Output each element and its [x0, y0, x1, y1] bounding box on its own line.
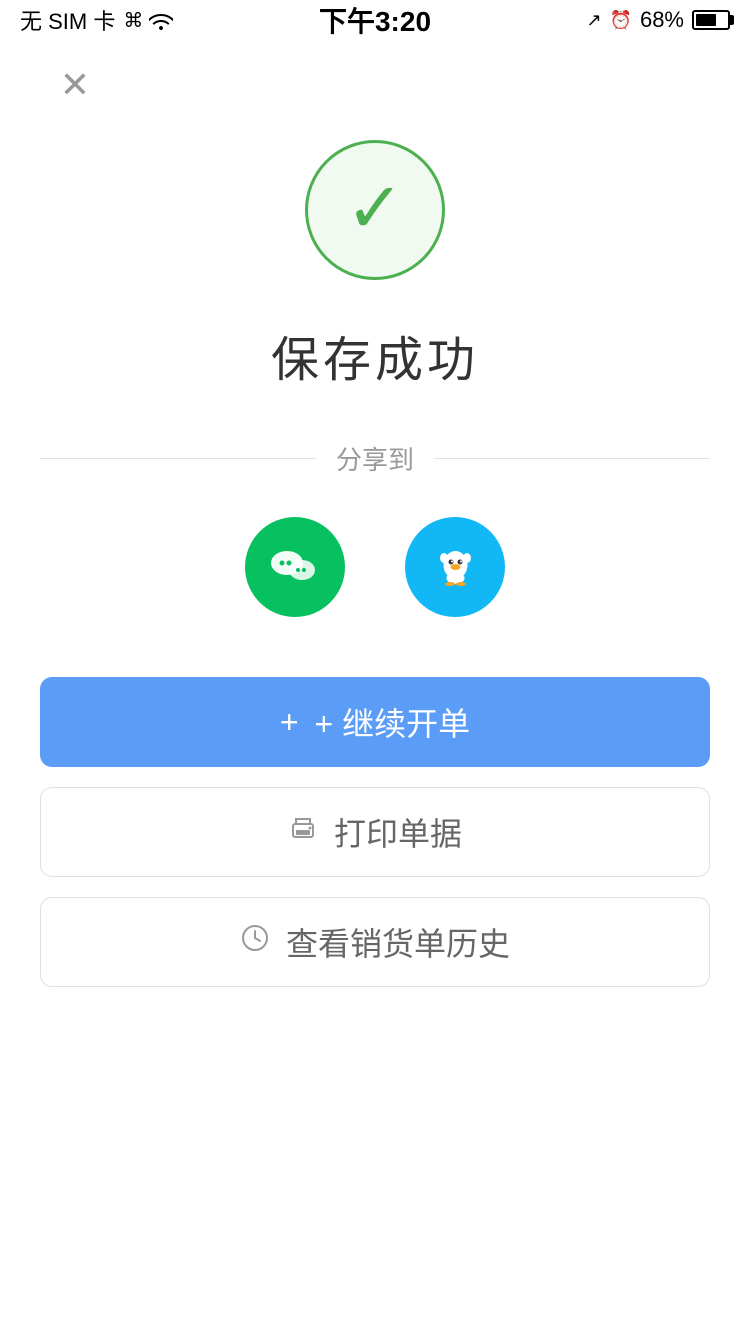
- action-buttons-container: + + 继续开单 打印单据 查看销货单历: [40, 677, 710, 987]
- history-button[interactable]: 查看销货单历史: [40, 897, 710, 987]
- wechat-icon: [265, 537, 325, 597]
- close-button[interactable]: ✕: [50, 60, 100, 110]
- status-time: 下午3:20: [319, 0, 431, 40]
- battery-text: 68%: [640, 7, 684, 33]
- print-button[interactable]: 打印单据: [40, 787, 710, 877]
- plus-icon: +: [280, 704, 299, 741]
- no-sim-text: 无 SIM 卡: [20, 4, 115, 36]
- status-left: 无 SIM 卡 ⌘: [20, 4, 173, 36]
- share-label: 分享到: [336, 440, 414, 477]
- continue-label: + 继续开单: [315, 699, 471, 745]
- share-qq-button[interactable]: [405, 517, 505, 617]
- close-icon: ✕: [60, 67, 90, 103]
- qq-icon: [428, 540, 483, 595]
- printer-icon: [288, 813, 318, 851]
- alarm-icon: ⏰: [610, 10, 632, 31]
- success-icon-circle: ✓: [305, 140, 445, 280]
- share-wechat-button[interactable]: [245, 517, 345, 617]
- success-title: 保存成功: [271, 320, 479, 390]
- status-right: ↗ ⏰ 68%: [586, 7, 730, 33]
- share-buttons-container: [245, 517, 505, 617]
- continue-button[interactable]: + + 继续开单: [40, 677, 710, 767]
- divider-left: [40, 458, 316, 459]
- print-label: 打印单据: [334, 809, 462, 855]
- battery-indicator: [692, 10, 730, 30]
- divider-right: [434, 458, 710, 459]
- wifi-icon: ⌘: [123, 8, 173, 33]
- history-label: 查看销货单历史: [286, 919, 510, 965]
- clock-icon: [240, 923, 270, 961]
- status-bar: 无 SIM 卡 ⌘ 下午3:20 ↗ ⏰ 68%: [0, 0, 750, 40]
- location-icon: ↗: [586, 10, 601, 31]
- share-divider: 分享到: [40, 440, 710, 477]
- checkmark-icon: ✓: [346, 173, 405, 243]
- main-content: ✕ ✓ 保存成功 分享到: [0, 40, 750, 1334]
